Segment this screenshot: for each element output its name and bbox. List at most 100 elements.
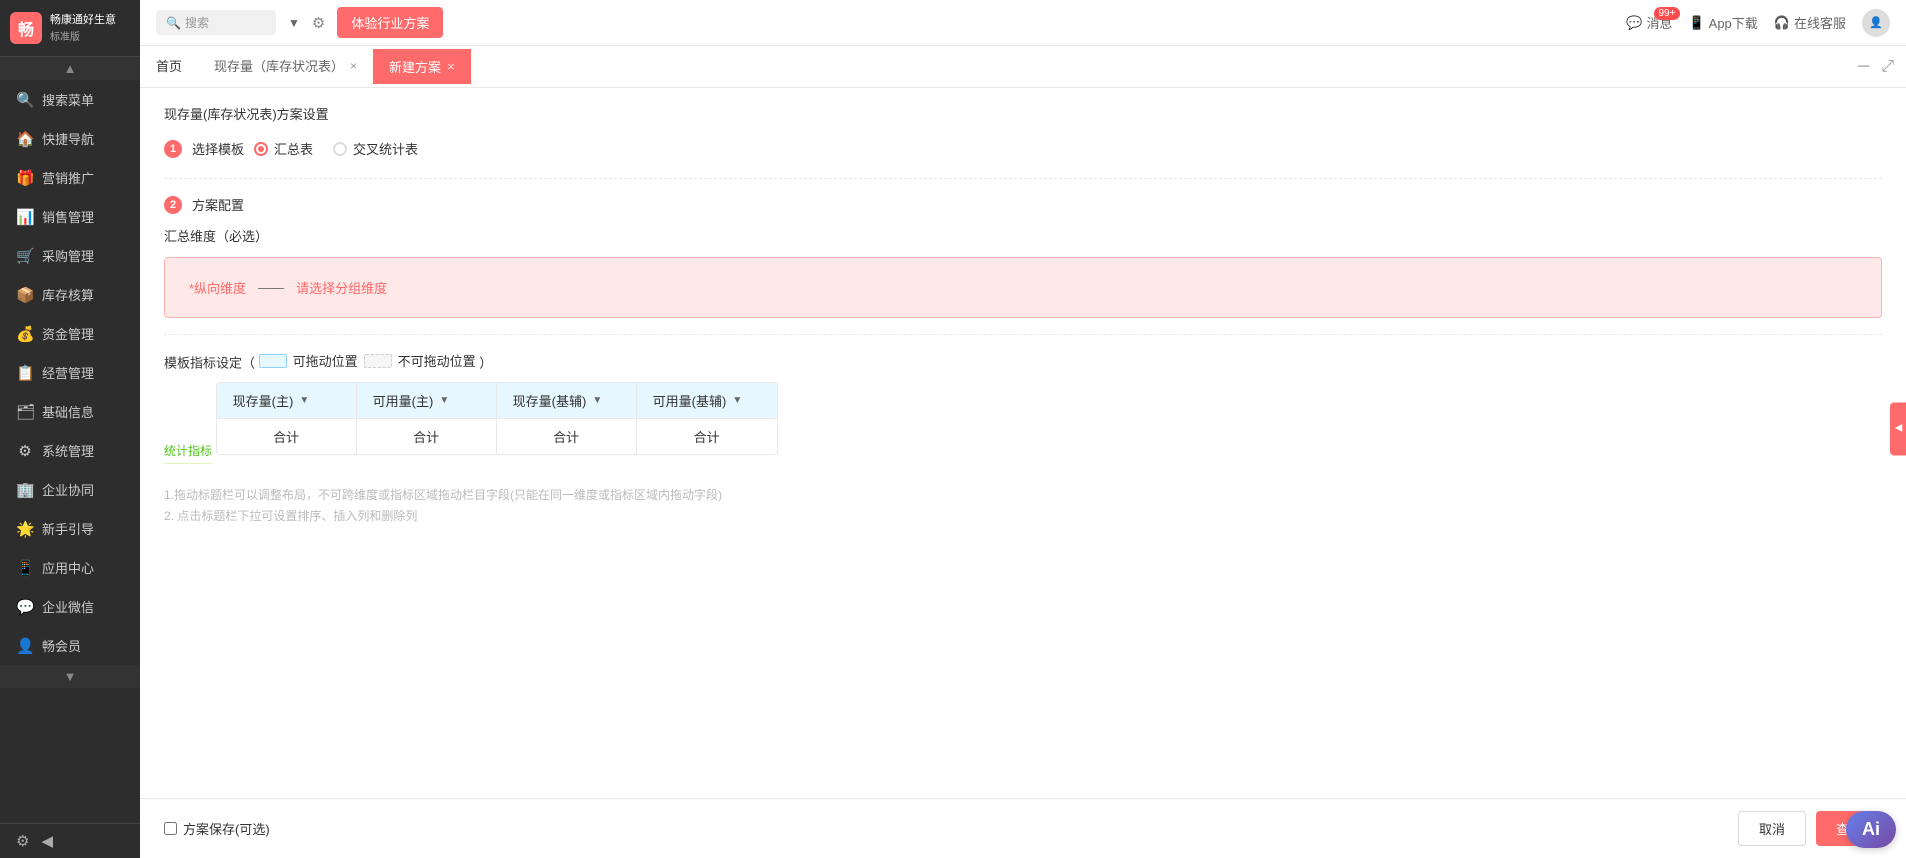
search-icon: 🔍 — [166, 16, 181, 30]
topbar-dropdown-icon[interactable]: ▼ — [288, 16, 300, 30]
col2-label: 可用量(主) — [373, 391, 434, 410]
finance-icon: 💰 — [16, 325, 34, 343]
row1-col3: 合计 — [497, 419, 637, 454]
topbar-search[interactable]: 🔍 搜索 — [156, 10, 276, 35]
sidebar-item-label: 畅会员 — [42, 636, 81, 655]
logo-icon: 畅 — [10, 12, 42, 44]
service-label: 在线客服 — [1794, 13, 1846, 32]
search-placeholder: 搜索 — [185, 14, 209, 31]
non-draggable-legend-color — [364, 354, 392, 368]
sidebar-item-label: 经营管理 — [42, 363, 94, 382]
col3-header[interactable]: 现存量(基辅) ▼ — [497, 383, 637, 418]
service-button[interactable]: 🎧 在线客服 — [1774, 13, 1846, 32]
col1-header[interactable]: 现存量(主) ▼ — [217, 383, 357, 418]
sidebar-item-marketing[interactable]: 🎁 营销推广 — [0, 158, 140, 197]
col2-chevron[interactable]: ▼ — [439, 395, 449, 406]
ai-badge[interactable]: Ai — [1846, 811, 1896, 848]
col4-header[interactable]: 可用量(基辅) ▼ — [637, 383, 777, 418]
col1-label: 现存量(主) — [233, 391, 294, 410]
trial-button[interactable]: 体验行业方案 — [337, 7, 443, 38]
tips-section: 1.拖动标题栏可以调整布局，不可跨维度或指标区域拖动栏目字段(只能在同一维度或指… — [164, 486, 1882, 524]
sidebar-item-basic-info[interactable]: 🗂 基础信息 — [0, 392, 140, 431]
cancel-button[interactable]: 取消 — [1738, 811, 1806, 846]
search-menu-icon: 🔍 — [16, 91, 34, 109]
tabs-bar: 首页 现存量（库存状况表） × 新建方案 × ─ ⤢ — [140, 46, 1906, 88]
non-draggable-label: 不可拖动位置 — [398, 351, 476, 370]
sidebar-item-operations[interactable]: 📋 经营管理 — [0, 353, 140, 392]
radio-summary-label: 汇总表 — [274, 139, 313, 158]
draggable-label: 可拖动位置 — [293, 351, 358, 370]
home-tab-label: 首页 — [156, 56, 182, 75]
radio-summary[interactable]: 汇总表 — [254, 139, 313, 158]
sidebar-item-system[interactable]: ⚙ 系统管理 — [0, 431, 140, 470]
sidebar: 畅 畅康通好生意 标准版 ▲ 🔍 搜索菜单 🏠 快捷导航 🎁 营销推广 📊 销售… — [0, 0, 140, 858]
radio-cross[interactable]: 交叉统计表 — [333, 139, 418, 158]
save-checkbox-input[interactable] — [164, 822, 177, 835]
sidebar-item-label: 营销推广 — [42, 168, 94, 187]
dimension-box: *纵向维度 —— 请选择分组维度 — [164, 257, 1882, 318]
tab-new-plan[interactable]: 新建方案 × — [373, 49, 471, 84]
sidebar-item-label: 搜索菜单 — [42, 90, 94, 109]
tip2: 2. 点击标题栏下拉可设置排序、插入列和删除列 — [164, 507, 1882, 524]
content-footer: 方案保存(可选) 取消 查询 — [140, 798, 1906, 858]
radio-cross-label: 交叉统计表 — [353, 139, 418, 158]
app-download-button[interactable]: 📱 App下载 — [1688, 13, 1757, 32]
user-avatar[interactable]: 👤 — [1862, 9, 1890, 37]
sidebar-item-finance[interactable]: 💰 资金管理 — [0, 314, 140, 353]
sidebar-logo: 畅 畅康通好生意 标准版 — [0, 0, 140, 57]
sidebar-item-search-menu[interactable]: 🔍 搜索菜单 — [0, 80, 140, 119]
col2-header[interactable]: 可用量(主) ▼ — [357, 383, 497, 418]
sidebar-item-enterprise[interactable]: 🏢 企业协同 — [0, 470, 140, 509]
sidebar-item-app-center[interactable]: 📱 应用中心 — [0, 548, 140, 587]
table-row: 合计 合计 合计 合计 — [217, 418, 777, 454]
dimension-placeholder[interactable]: 请选择分组维度 — [296, 278, 387, 297]
sidebar-scroll-up[interactable]: ▲ — [0, 57, 140, 80]
sidebar-item-label: 系统管理 — [42, 441, 94, 460]
collapse-sidebar-icon[interactable]: ◀ — [41, 832, 53, 850]
app-center-icon: 📱 — [16, 559, 34, 577]
sidebar-item-label: 新手引导 — [42, 519, 94, 538]
col4-chevron[interactable]: ▼ — [732, 395, 742, 406]
headset-icon: 🎧 — [1774, 15, 1790, 31]
col3-chevron[interactable]: ▼ — [592, 395, 602, 406]
tip1: 1.拖动标题栏可以调整布局，不可跨维度或指标区域拖动栏目字段(只能在同一维度或指… — [164, 486, 1882, 503]
expand-tab-button[interactable]: ⤢ — [1877, 54, 1898, 80]
tab-home[interactable]: 首页 — [140, 46, 198, 87]
new-tab-close[interactable]: × — [447, 59, 455, 74]
stats-section-label: 统计指标 — [164, 442, 212, 464]
sidebar-item-wechat[interactable]: 💬 企业微信 — [0, 587, 140, 626]
message-button[interactable]: 💬 消息 99+ — [1626, 13, 1672, 32]
topbar-right: 💬 消息 99+ 📱 App下载 🎧 在线客服 👤 — [1626, 9, 1890, 37]
summary-dimension-label: 汇总维度（必选） — [164, 226, 1882, 245]
step2-header: 2 方案配置 — [164, 195, 1882, 214]
sidebar-item-label: 快捷导航 — [42, 129, 94, 148]
wechat-icon: 💬 — [16, 598, 34, 616]
sidebar-item-inventory[interactable]: 📦 库存核算 — [0, 275, 140, 314]
step1-title: 选择模板 — [192, 139, 244, 158]
col1-chevron[interactable]: ▼ — [299, 395, 309, 406]
system-icon: ⚙ — [16, 442, 34, 460]
minimize-tab-button[interactable]: ─ — [1854, 54, 1873, 80]
right-panel-toggle[interactable]: ◀ — [1890, 403, 1906, 456]
sidebar-item-sales[interactable]: 📊 销售管理 — [0, 197, 140, 236]
sidebar-item-label: 资金管理 — [42, 324, 94, 343]
sidebar-item-quick-nav[interactable]: 🏠 快捷导航 — [0, 119, 140, 158]
settings-icon[interactable]: ⚙ — [16, 832, 29, 850]
save-checkbox[interactable]: 方案保存(可选) — [164, 819, 270, 838]
radio-dot-cross — [333, 142, 347, 156]
purchase-icon: 🛒 — [16, 247, 34, 265]
tab-inventory[interactable]: 现存量（库存状况表） × — [198, 46, 373, 87]
content-area: 现存量(库存状况表)方案设置 1 选择模板 汇总表 交叉统计表 — [140, 88, 1906, 798]
sidebar-item-purchase[interactable]: 🛒 采购管理 — [0, 236, 140, 275]
row1-col2: 合计 — [357, 419, 497, 454]
sidebar-item-label: 采购管理 — [42, 246, 94, 265]
topbar-gear-icon[interactable]: ⚙ — [312, 14, 325, 32]
topbar: 🔍 搜索 ▼ ⚙ 体验行业方案 💬 消息 99+ 📱 App下载 🎧 在线客服 … — [140, 0, 1906, 46]
sidebar-scroll-down[interactable]: ▼ — [0, 665, 140, 688]
sidebar-item-new-guide[interactable]: 🌟 新手引导 — [0, 509, 140, 548]
inventory-tab-close[interactable]: × — [350, 59, 357, 73]
enterprise-icon: 🏢 — [16, 481, 34, 499]
metrics-table: 现存量(主) ▼ 可用量(主) ▼ 现存量(基辅) ▼ 可用量(基辅) — [216, 382, 778, 455]
sidebar-item-member[interactable]: 👤 畅会员 — [0, 626, 140, 665]
radio-dot-summary — [254, 142, 268, 156]
